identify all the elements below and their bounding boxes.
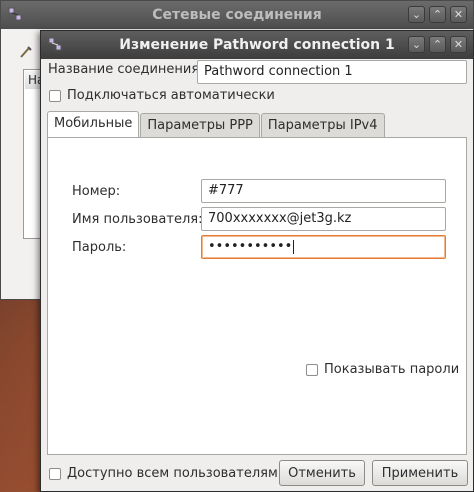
settings-tabs: Мобильные Параметры PPP Параметры IPv4 [47,111,386,137]
tab-ppp[interactable]: Параметры PPP [140,113,260,137]
edit-connection-dialog: Изменение Pathword connection 1 ⌄ ⌃ ✕ На… [40,30,474,492]
mobile-tab-panel: Номер: #777 Имя пользователя: 700xxxxxxx… [47,137,467,455]
edit-tool-icon[interactable] [19,45,33,59]
number-label: Номер: [72,184,121,199]
network-app-icon [7,6,23,22]
background-window-title: Сетевые соединения [152,7,322,23]
dialog-titlebar[interactable]: Изменение Pathword connection 1 ⌄ ⌃ ✕ [41,31,473,59]
username-field[interactable]: 700xxxxxxx@jet3g.kz [201,207,446,231]
show-passwords-label: Показывать пароли [324,362,460,377]
tab-mobile[interactable]: Мобильные [47,111,140,137]
auto-connect-checkbox-row[interactable]: Подключаться автоматически [49,88,275,103]
minimize-icon[interactable]: ⌄ [408,6,425,23]
maximize-icon[interactable]: ⌃ [429,36,446,53]
available-all-users-row[interactable]: Доступно всем пользователям [49,466,278,481]
maximize-icon[interactable]: ⌃ [429,6,446,23]
close-icon[interactable]: ✕ [450,6,467,23]
auto-connect-checkbox[interactable] [49,89,61,102]
text-cursor [293,239,295,254]
available-all-users-checkbox[interactable] [49,467,61,480]
network-app-icon [47,36,63,52]
password-value: ••••••••••• [208,239,293,254]
apply-button[interactable]: Применить [372,460,468,486]
close-icon[interactable]: ✕ [450,36,467,53]
show-passwords-row[interactable]: Показывать пароли [306,362,459,377]
show-passwords-checkbox[interactable] [306,363,318,376]
number-field[interactable]: #777 [201,179,446,203]
auto-connect-label: Подключаться автоматически [67,88,275,103]
password-label: Пароль: [72,240,127,255]
connection-name-field[interactable]: Pathword connection 1 [197,60,467,84]
background-window-titlebar[interactable]: Сетевые соединения ⌄ ⌃ ✕ [1,1,473,29]
tab-ipv4[interactable]: Параметры IPv4 [260,113,385,137]
dialog-title: Изменение Pathword connection 1 [119,37,395,53]
cancel-button[interactable]: Отменить [279,460,365,486]
password-field[interactable]: ••••••••••• [201,235,446,259]
available-all-users-label: Доступно всем пользователям [67,466,278,481]
connection-name-label: Название соединения: [48,62,204,77]
username-label: Имя пользователя: [72,212,203,227]
minimize-icon[interactable]: ⌄ [408,36,425,53]
